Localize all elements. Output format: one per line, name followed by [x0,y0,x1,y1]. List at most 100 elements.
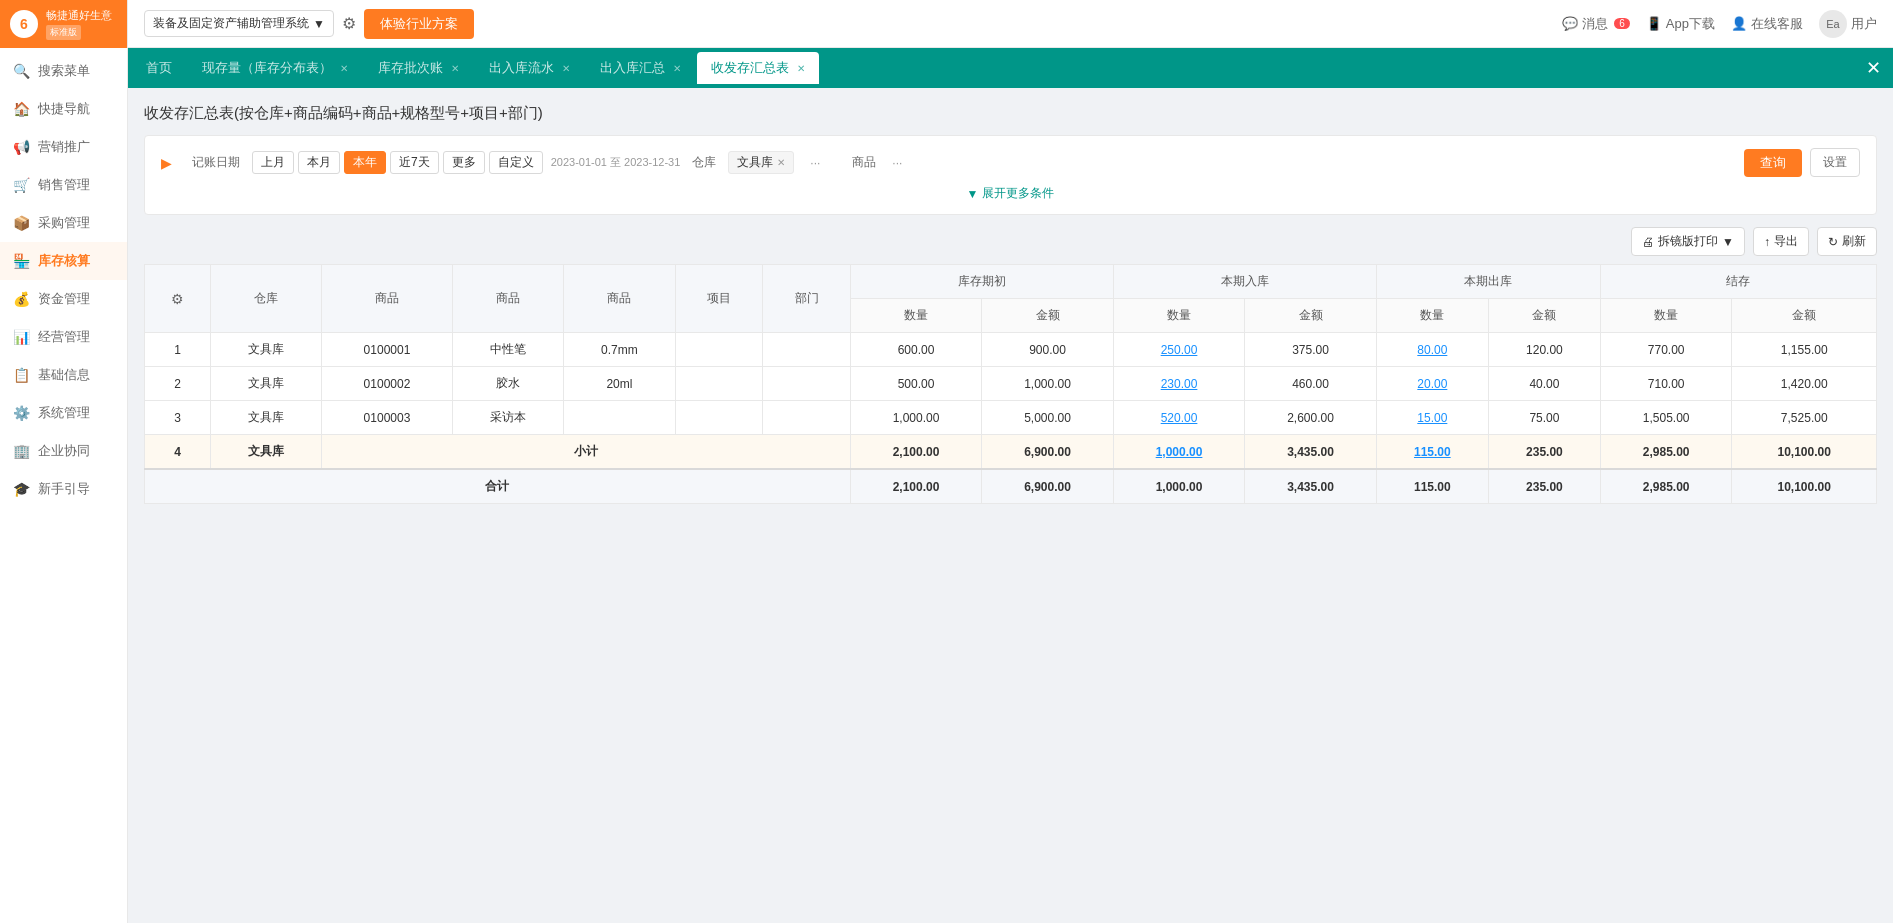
print-btn[interactable]: 🖨 拆镜版打印 ▼ [1631,227,1745,256]
cart-icon: 🛒 [12,177,30,193]
sidebar-item-operation[interactable]: 📊 经营管理 [0,318,127,356]
row-project [675,367,762,401]
sidebar-item-marketing[interactable]: 📢 营销推广 [0,128,127,166]
row-open-amt: 1,000.00 [982,367,1114,401]
row-in-qty[interactable]: 230.00 [1113,367,1245,401]
th-warehouse: 仓库 [211,265,322,333]
warehouse-value: 文具库 [737,154,773,171]
column-settings-icon[interactable]: ⚙ [171,291,184,307]
sidebar-item-search[interactable]: 🔍 搜索菜单 [0,52,127,90]
warehouse-label: 仓库 [692,154,716,171]
th-in-qty: 数量 [1113,299,1245,333]
total-open-qty: 2,100.00 [850,469,982,504]
service-icon: 👤 [1731,16,1747,31]
tab-in-out-summary-label: 出入库汇总 [600,59,665,77]
table-row: 1 文具库 0100001 中性笔 0.7mm 600.00 900.00 25… [145,333,1877,367]
tab-home[interactable]: 首页 [132,52,186,84]
online-service-btn[interactable]: 👤 在线客服 [1731,15,1803,33]
filter-bar: ▶ 记账日期 上月 本月 本年 近7天 更多 自定义 2023-01-01 至 … [144,135,1877,215]
filter-settings-btn[interactable]: 设置 [1810,148,1860,177]
row-project [675,333,762,367]
user-menu[interactable]: Ea 用户 [1819,10,1877,38]
tab-close-icon[interactable]: ✕ [673,63,681,74]
th-open-amt: 金额 [982,299,1114,333]
tab-batch-accounts-label: 库存批次账 [378,59,443,77]
row-in-amt: 460.00 [1245,367,1377,401]
tab-in-out-flow-label: 出入库流水 [489,59,554,77]
th-in-amt: 金额 [1245,299,1377,333]
tab-close-icon[interactable]: ✕ [797,63,805,74]
sidebar-item-purchase[interactable]: 📦 采购管理 [0,204,127,242]
expand-more-conditions-btn[interactable]: ▼ 展开更多条件 [967,185,1055,202]
tab-receive-send-summary[interactable]: 收发存汇总表 ✕ [697,52,819,84]
row-open-qty: 500.00 [850,367,982,401]
row-no: 2 [145,367,211,401]
sidebar-item-label: 企业协同 [38,442,90,460]
row-spec [563,401,675,435]
row-dept [763,401,850,435]
date-label: 记账日期 [192,154,240,171]
date-btn-custom[interactable]: 自定义 [489,151,543,174]
row-in-qty[interactable]: 520.00 [1113,401,1245,435]
system-selector[interactable]: 装备及固定资产辅助管理系统 ▼ [144,10,334,37]
sidebar-item-sales[interactable]: 🛒 销售管理 [0,166,127,204]
row-out-qty[interactable]: 80.00 [1376,333,1488,367]
tab-stock-distribution[interactable]: 现存量（库存分布表） ✕ [188,52,362,84]
th-open-qty: 数量 [850,299,982,333]
row-no: 1 [145,333,211,367]
row-open-amt: 5,000.00 [982,401,1114,435]
query-btn[interactable]: 查询 [1744,149,1802,177]
close-all-tabs-btn[interactable]: ✕ [1858,57,1889,79]
sidebar-item-finance[interactable]: 💰 资金管理 [0,280,127,318]
refresh-btn[interactable]: ↻ 刷新 [1817,227,1877,256]
th-close-qty: 数量 [1600,299,1732,333]
row-warehouse: 文具库 [211,333,322,367]
tab-stock-distribution-label: 现存量（库存分布表） [202,59,332,77]
app-download-btn[interactable]: 📱 App下载 [1646,15,1715,33]
sidebar-item-system[interactable]: ⚙️ 系统管理 [0,394,127,432]
date-btn-more[interactable]: 更多 [443,151,485,174]
row-close-amt: 7,525.00 [1732,401,1877,435]
date-btn-last-7-days[interactable]: 近7天 [390,151,439,174]
warehouse-more[interactable]: ··· [810,156,820,170]
date-btn-this-month[interactable]: 本月 [298,151,340,174]
th-dept: 部门 [763,265,850,333]
row-out-qty[interactable]: 15.00 [1376,401,1488,435]
goods-more[interactable]: ··· [892,156,902,170]
online-service-label: 在线客服 [1751,15,1803,33]
date-btn-this-year[interactable]: 本年 [344,151,386,174]
th-settings[interactable]: ⚙ [145,265,211,333]
row-spec: 20ml [563,367,675,401]
settings-icon[interactable]: ⚙ [342,14,356,33]
system-name: 装备及固定资产辅助管理系统 [153,15,309,32]
sidebar-item-inventory[interactable]: 🏪 库存核算 [0,242,127,280]
collapse-filter-btn[interactable]: ▶ [161,155,172,171]
sidebar-item-guide[interactable]: 🎓 新手引导 [0,470,127,508]
sidebar-item-quick-nav[interactable]: 🏠 快捷导航 [0,90,127,128]
export-icon: ↑ [1764,235,1770,249]
tab-close-icon[interactable]: ✕ [562,63,570,74]
tab-close-icon[interactable]: ✕ [340,63,348,74]
sidebar-item-label: 经营管理 [38,328,90,346]
industry-btn[interactable]: 体验行业方案 [364,9,474,39]
subtotal-out-qty[interactable]: 115.00 [1376,435,1488,470]
tab-batch-accounts[interactable]: 库存批次账 ✕ [364,52,473,84]
sidebar-item-basic[interactable]: 📋 基础信息 [0,356,127,394]
date-btn-last-month[interactable]: 上月 [252,151,294,174]
th-close-amt: 金额 [1732,299,1877,333]
table-row: 3 文具库 0100003 采访本 1,000.00 5,000.00 520.… [145,401,1877,435]
sidebar-item-enterprise[interactable]: 🏢 企业协同 [0,432,127,470]
tab-in-out-flow[interactable]: 出入库流水 ✕ [475,52,584,84]
row-in-qty[interactable]: 250.00 [1113,333,1245,367]
warehouse-remove-btn[interactable]: ✕ [777,157,785,168]
message-btn[interactable]: 💬 消息 6 [1562,15,1630,33]
sidebar-item-label: 基础信息 [38,366,90,384]
row-out-qty[interactable]: 20.00 [1376,367,1488,401]
export-btn[interactable]: ↑ 导出 [1753,227,1809,256]
subtotal-in-qty[interactable]: 1,000.00 [1113,435,1245,470]
tab-in-out-summary[interactable]: 出入库汇总 ✕ [586,52,695,84]
app-download-label: App下载 [1666,15,1715,33]
tab-close-icon[interactable]: ✕ [451,63,459,74]
th-project: 项目 [675,265,762,333]
total-out-qty: 115.00 [1376,469,1488,504]
